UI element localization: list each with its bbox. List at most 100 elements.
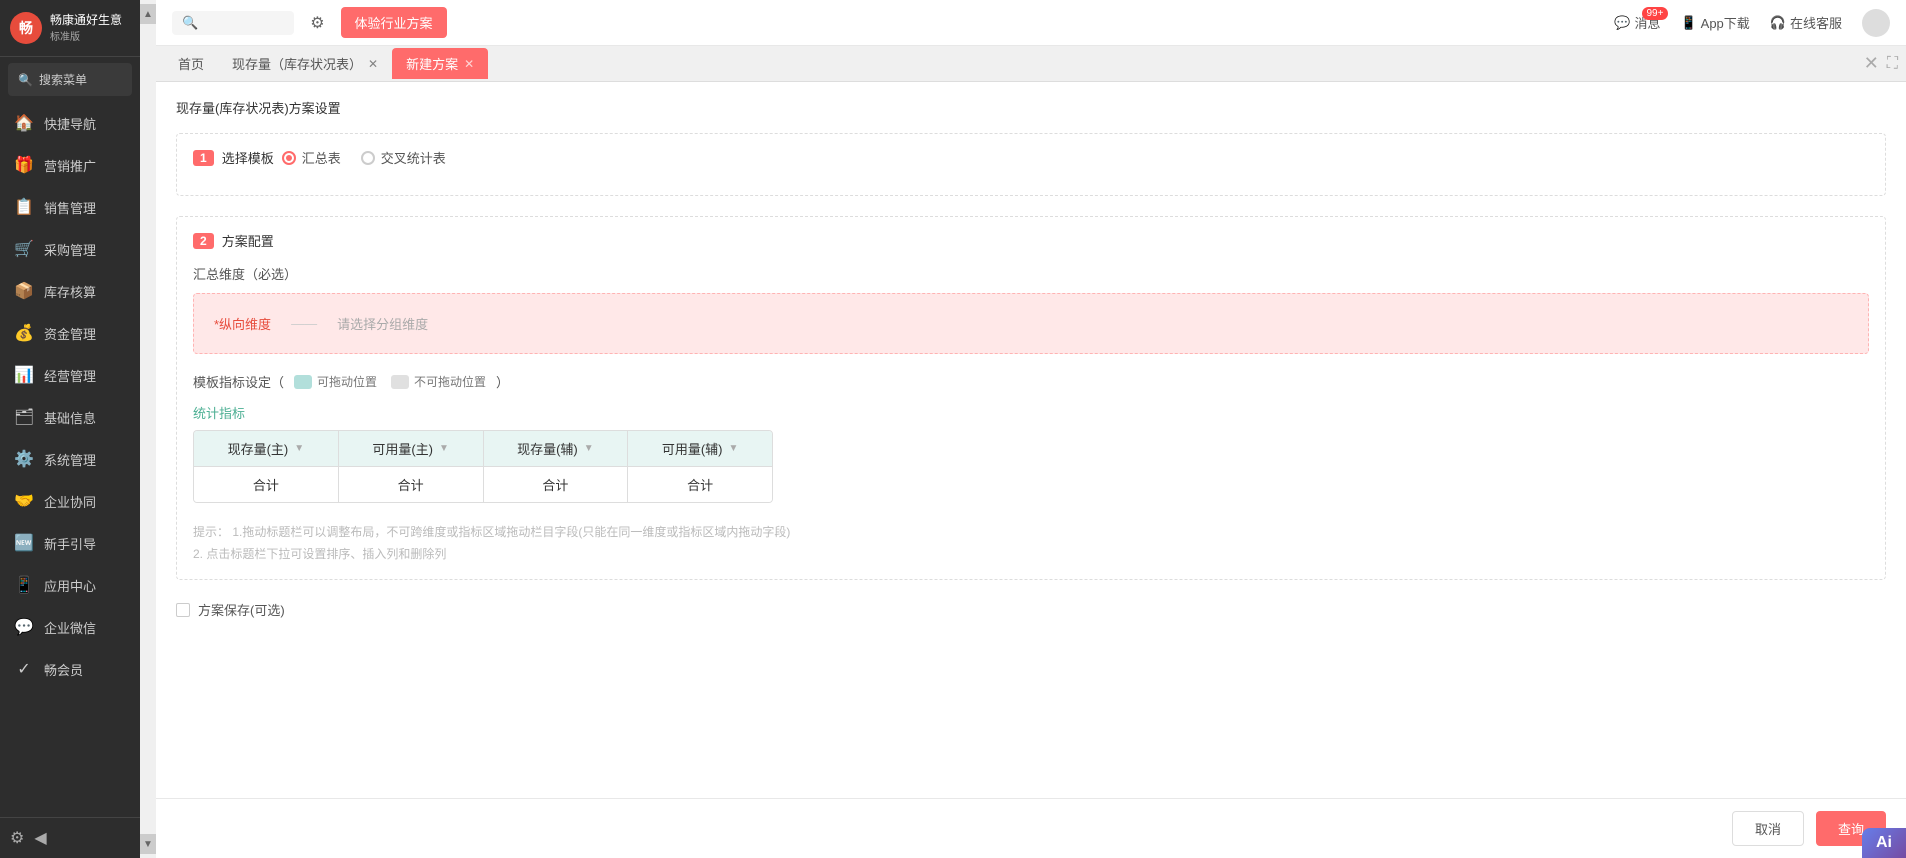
sidebar-nav: 🔍 搜索菜单 🏠 快捷导航 🎁 营销推广 📋 销售管理 🛒 采购管理 📦 库存核…: [0, 57, 140, 817]
tab-newplan[interactable]: 新建方案 ✕: [392, 48, 488, 79]
sidebar-item-finance[interactable]: 💰 资金管理: [0, 312, 140, 354]
app-version: 标准版: [50, 28, 122, 43]
col-1-label: 可用量(主): [372, 439, 433, 458]
tab-inventory[interactable]: 现存量（库存状况表） ✕: [218, 48, 392, 79]
sidebar-logo: 畅 畅康通好生意 标准版: [0, 0, 140, 57]
sidebar-item-operation[interactable]: 📊 经营管理: [0, 354, 140, 396]
dimension-area[interactable]: *纵向维度 —— 请选择分组维度: [193, 293, 1869, 354]
sidebar-item-newuser[interactable]: 🆕 新手引导: [0, 522, 140, 564]
stats-table: 现存量(主) ▼ 可用量(主) ▼ 现存量(辅) ▼ 可用量(辅) ▼: [193, 430, 773, 503]
topbar-right: 💬 消息 99+ 📱 App下载 🎧 在线客服: [1614, 9, 1890, 37]
step1-header: 1 选择模板 汇总表 交叉统计表: [193, 148, 1869, 167]
marketing-icon: 🎁: [14, 155, 34, 175]
sidebar-item-weixin[interactable]: 💬 企业微信: [0, 606, 140, 648]
radio-crosstab-label: 交叉统计表: [381, 148, 446, 167]
search-bar-icon: 🔍: [182, 15, 198, 31]
sidebar-item-collab[interactable]: 🤝 企业协同: [0, 480, 140, 522]
tab-home-label: 首页: [178, 54, 204, 73]
sidebar-item-sales[interactable]: 📋 销售管理: [0, 186, 140, 228]
sidebar-item-label: 库存核算: [44, 282, 96, 301]
sidebar-item-label: 资金管理: [44, 324, 96, 343]
app-download-item[interactable]: 📱 App下载: [1680, 13, 1749, 32]
sidebar-item-label: 企业微信: [44, 618, 96, 637]
sidebar-item-label: 营销推广: [44, 156, 96, 175]
stats-label: 统计指标: [193, 403, 1869, 422]
col-header-0[interactable]: 现存量(主) ▼: [194, 431, 339, 466]
col-2-summary: 合计: [542, 475, 568, 494]
save-checkbox[interactable]: [176, 603, 190, 617]
sidebar-item-label: 应用中心: [44, 576, 96, 595]
content-area: 现存量(库存状况表)方案设置 1 选择模板 汇总表 交叉统计表: [156, 82, 1906, 798]
sidebar-item-basicinfo[interactable]: 🗂 基础信息: [0, 396, 140, 438]
close-panel-icon[interactable]: ✕: [1864, 53, 1879, 74]
scroll-down-arrow[interactable]: ▼: [140, 834, 156, 854]
cancel-button[interactable]: 取消: [1732, 811, 1804, 846]
sidebar-item-label: 快捷导航: [44, 114, 96, 133]
search-input[interactable]: [204, 16, 284, 30]
expand-icon[interactable]: ⛶: [1887, 55, 1898, 73]
sidebar-item-label: 经营管理: [44, 366, 96, 385]
radio-crosstab[interactable]: 交叉统计表: [361, 148, 446, 167]
logo-icon: 畅: [10, 12, 42, 44]
sidebar-search[interactable]: 🔍 搜索菜单: [8, 63, 132, 96]
divider: ——: [291, 316, 317, 331]
search-bar[interactable]: 🔍: [172, 11, 294, 35]
stats-table-data-row: 合计 合计 合计 合计: [194, 466, 772, 502]
sidebar: 畅 畅康通好生意 标准版 🔍 搜索菜单 🏠 快捷导航 🎁 营销推广 📋 销售管理…: [0, 0, 140, 858]
sidebar-item-member[interactable]: ✓ 畅会员: [0, 648, 140, 690]
scroll-up-arrow[interactable]: ▲: [140, 4, 156, 24]
col-3-arrow[interactable]: ▼: [729, 443, 739, 454]
metrics-header: 模板指标设定（ 可拖动位置 不可拖动位置 ）: [193, 372, 1869, 391]
main-area: 🔍 ⚙ 体验行业方案 💬 消息 99+ 📱 App下载 🎧 在线客服 首页: [156, 0, 1906, 858]
non-draggable-box: [391, 375, 409, 389]
col-2-arrow[interactable]: ▼: [584, 443, 594, 454]
user-avatar[interactable]: [1862, 9, 1890, 37]
radio-crosstab-dot: [361, 151, 375, 165]
sidebar-item-quicknav[interactable]: 🏠 快捷导航: [0, 102, 140, 144]
tab-home[interactable]: 首页: [164, 48, 218, 79]
col-data-3: 合计: [628, 467, 772, 502]
col-0-label: 现存量(主): [228, 439, 289, 458]
col-header-2[interactable]: 现存量(辅) ▼: [484, 431, 629, 466]
message-badge: 99+: [1642, 7, 1669, 20]
tips-section: 提示： 1.拖动标题栏可以调整布局，不可跨维度或指标区域拖动栏目字段(只能在同一…: [193, 522, 1869, 565]
sidebar-item-purchase[interactable]: 🛒 采购管理: [0, 228, 140, 270]
app-name: 畅康通好生意: [50, 13, 122, 29]
col-header-1[interactable]: 可用量(主) ▼: [339, 431, 484, 466]
sidebar-item-sysadmin[interactable]: ⚙️ 系统管理: [0, 438, 140, 480]
app-download-icon: 📱: [1680, 15, 1696, 31]
draggable-box: [294, 375, 312, 389]
tab-newplan-close[interactable]: ✕: [464, 57, 474, 71]
sidebar-item-marketing[interactable]: 🎁 营销推广: [0, 144, 140, 186]
step1-section: 1 选择模板 汇总表 交叉统计表: [176, 133, 1886, 196]
app-download-label: App下载: [1701, 13, 1750, 32]
col-0-arrow[interactable]: ▼: [294, 443, 304, 454]
sidebar-item-appcenter[interactable]: 📱 应用中心: [0, 564, 140, 606]
sidebar-item-inventory[interactable]: 📦 库存核算: [0, 270, 140, 312]
industry-button[interactable]: 体验行业方案: [341, 7, 447, 38]
col-header-3[interactable]: 可用量(辅) ▼: [628, 431, 772, 466]
purchase-icon: 🛒: [14, 239, 34, 259]
search-icon: 🔍: [18, 73, 33, 87]
finance-icon: 💰: [14, 323, 34, 343]
weixin-icon: 💬: [14, 617, 34, 637]
sysadmin-icon: ⚙️: [14, 449, 34, 469]
quicknav-icon: 🏠: [14, 113, 34, 133]
tab-inventory-close[interactable]: ✕: [368, 57, 378, 71]
sidebar-item-label: 畅会员: [44, 660, 83, 679]
stats-table-header-row: 现存量(主) ▼ 可用量(主) ▼ 现存量(辅) ▼ 可用量(辅) ▼: [194, 431, 772, 466]
gear-icon[interactable]: ⚙: [310, 13, 324, 33]
message-item[interactable]: 💬 消息 99+: [1614, 13, 1660, 32]
non-draggable-label: 不可拖动位置: [414, 373, 486, 390]
radio-summary[interactable]: 汇总表: [282, 148, 341, 167]
sidebar-item-label: 新手引导: [44, 534, 96, 553]
radio-summary-dot: [282, 151, 296, 165]
col-1-arrow[interactable]: ▼: [439, 443, 449, 454]
tabbar: 首页 现存量（库存状况表） ✕ 新建方案 ✕ ✕ ⛶: [156, 46, 1906, 82]
step2-title: 方案配置: [222, 231, 274, 250]
settings-icon[interactable]: ⚙: [10, 828, 24, 848]
online-service-item[interactable]: 🎧 在线客服: [1770, 13, 1842, 32]
collapse-icon[interactable]: ◀: [34, 828, 46, 848]
ai-badge[interactable]: Ai: [1862, 828, 1906, 858]
sales-icon: 📋: [14, 197, 34, 217]
